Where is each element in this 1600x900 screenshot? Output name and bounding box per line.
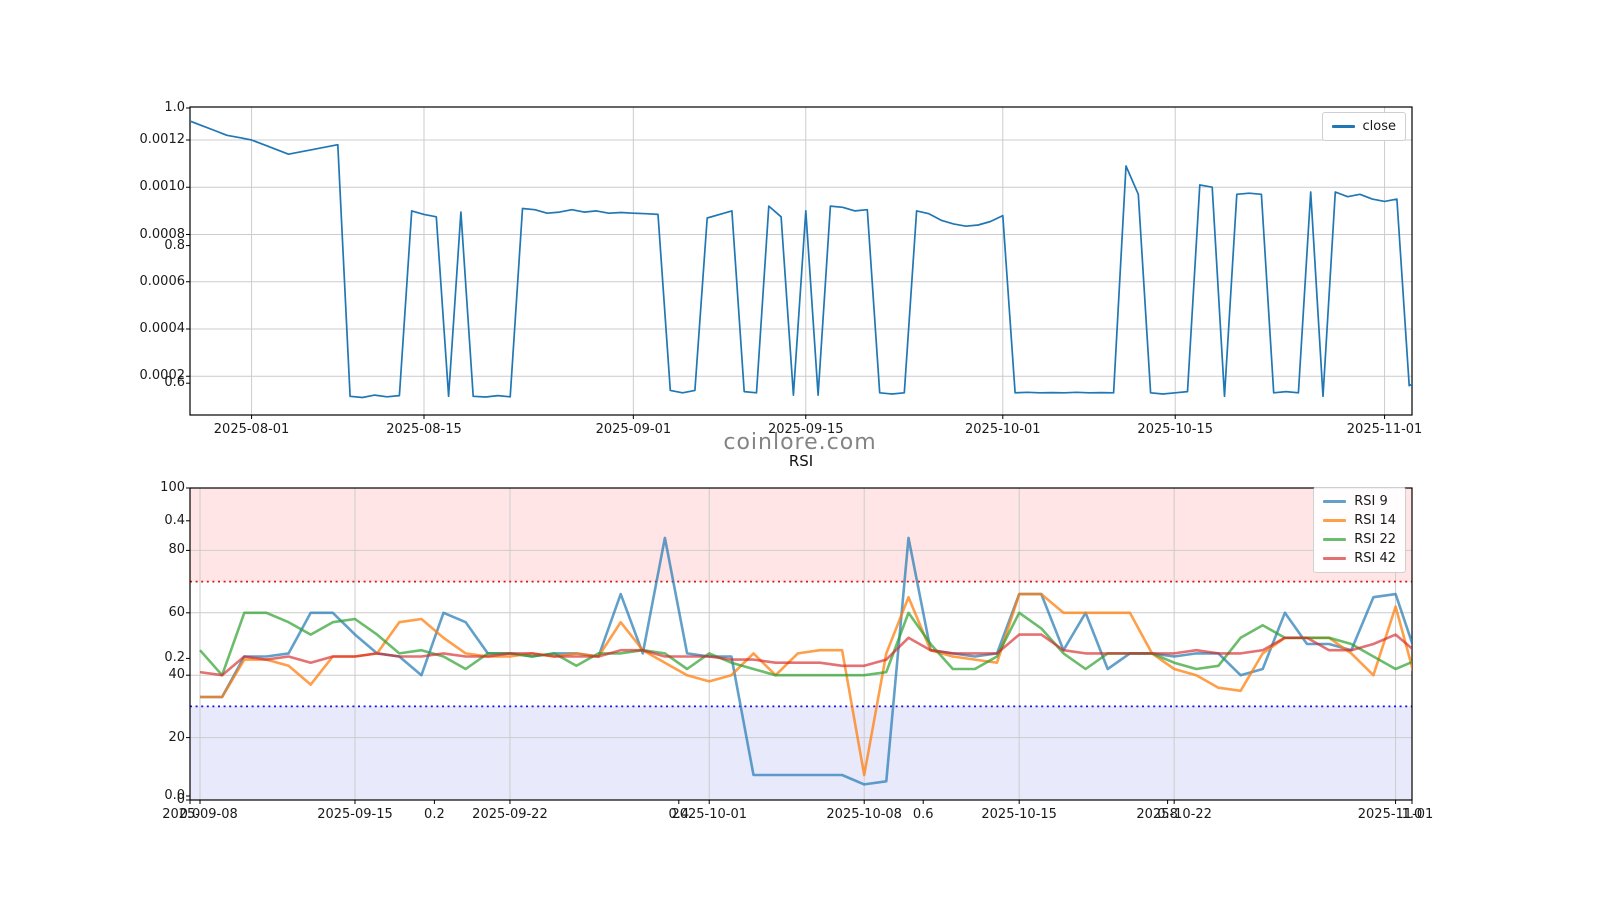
overlay-y-tick-label: 0.8 xyxy=(164,237,185,253)
rsi14-line-swatch xyxy=(1323,519,1347,522)
rsi-y-tick-label: 40 xyxy=(168,667,185,683)
rsi22-line-swatch xyxy=(1323,538,1347,541)
rsi14-legend-label: RSI 14 xyxy=(1354,513,1396,528)
price-x-tick-label: 2025-08-15 xyxy=(386,422,462,437)
close-legend-label: close xyxy=(1362,119,1396,134)
price-y-tick-label: 0.0004 xyxy=(139,321,186,336)
rsi-y-tick-label: 60 xyxy=(168,604,185,620)
overlay-x-tick-label: 0.8 xyxy=(1157,807,1178,822)
rsi-x-tick-label: 2025-10-15 xyxy=(981,807,1057,822)
rsi-y-tick-label: 20 xyxy=(168,729,185,745)
overlay-y-tick-label: 0.2 xyxy=(164,650,185,666)
overlay-y-tick-label: 1.0 xyxy=(164,100,185,115)
legend-entry-rsi14: RSI 14 xyxy=(1323,511,1396,530)
rsi-y-tick-label: 80 xyxy=(168,542,185,558)
price-y-tick-label: 0.0006 xyxy=(139,273,186,289)
rsi-y-tick-label: 100 xyxy=(160,480,185,495)
price-x-tick-label: 2025-08-01 xyxy=(213,422,290,437)
rsi42-legend-label: RSI 42 xyxy=(1354,551,1396,566)
legend-entry-rsi22: RSI 22 xyxy=(1323,530,1396,549)
overlay-x-tick-label: 0.4 xyxy=(668,807,690,822)
overlay-x-tick-label: 0.6 xyxy=(912,807,934,822)
rsi-legend: RSI 9 RSI 14 RSI 22 RSI 42 xyxy=(1313,487,1406,573)
rsi-chart-title: RSI xyxy=(788,452,814,470)
overlay-x-tick-label: 0.2 xyxy=(424,807,445,822)
price-x-tick-label: 2025-11-01 xyxy=(1346,422,1423,437)
close-legend: close xyxy=(1321,112,1406,141)
legend-entry-rsi9: RSI 9 xyxy=(1323,492,1396,511)
overlay-y-tick-label: 0.0 xyxy=(164,788,185,803)
rsi-x-tick-label: 2025-10-08 xyxy=(826,807,902,822)
legend-entry-rsi42: RSI 42 xyxy=(1323,549,1396,568)
rsi42-line-swatch xyxy=(1323,557,1347,560)
price-y-tick-label: 0.0012 xyxy=(139,132,186,147)
close-line-swatch xyxy=(1331,125,1355,128)
price-x-tick-label: 2025-10-15 xyxy=(1137,422,1213,437)
legend-entry-close: close xyxy=(1331,117,1396,136)
rsi9-line-swatch xyxy=(1323,500,1347,503)
price-x-tick-label: 2025-09-01 xyxy=(595,422,672,437)
rsi9-legend-label: RSI 9 xyxy=(1354,494,1388,509)
overlay-y-tick-label: 0.4 xyxy=(164,512,185,528)
rsi-x-tick-label: 2025-09-22 xyxy=(472,807,548,822)
overlay-x-tick-label: 1.0 xyxy=(1401,807,1423,822)
price-y-tick-label: 0.0010 xyxy=(139,179,186,195)
rsi22-legend-label: RSI 22 xyxy=(1354,532,1396,547)
price-x-tick-label: 2025-10-01 xyxy=(965,422,1041,437)
figure: 2025-08-01 2025-08-15 2025-09-01 2025-09-15… xyxy=(0,0,1600,900)
rsi-x-tick-label: 2025-09-15 xyxy=(317,807,393,822)
overlay-x-tick-label: 0.0 xyxy=(179,807,201,822)
overlay-y-tick-label: 0.6 xyxy=(164,375,185,391)
